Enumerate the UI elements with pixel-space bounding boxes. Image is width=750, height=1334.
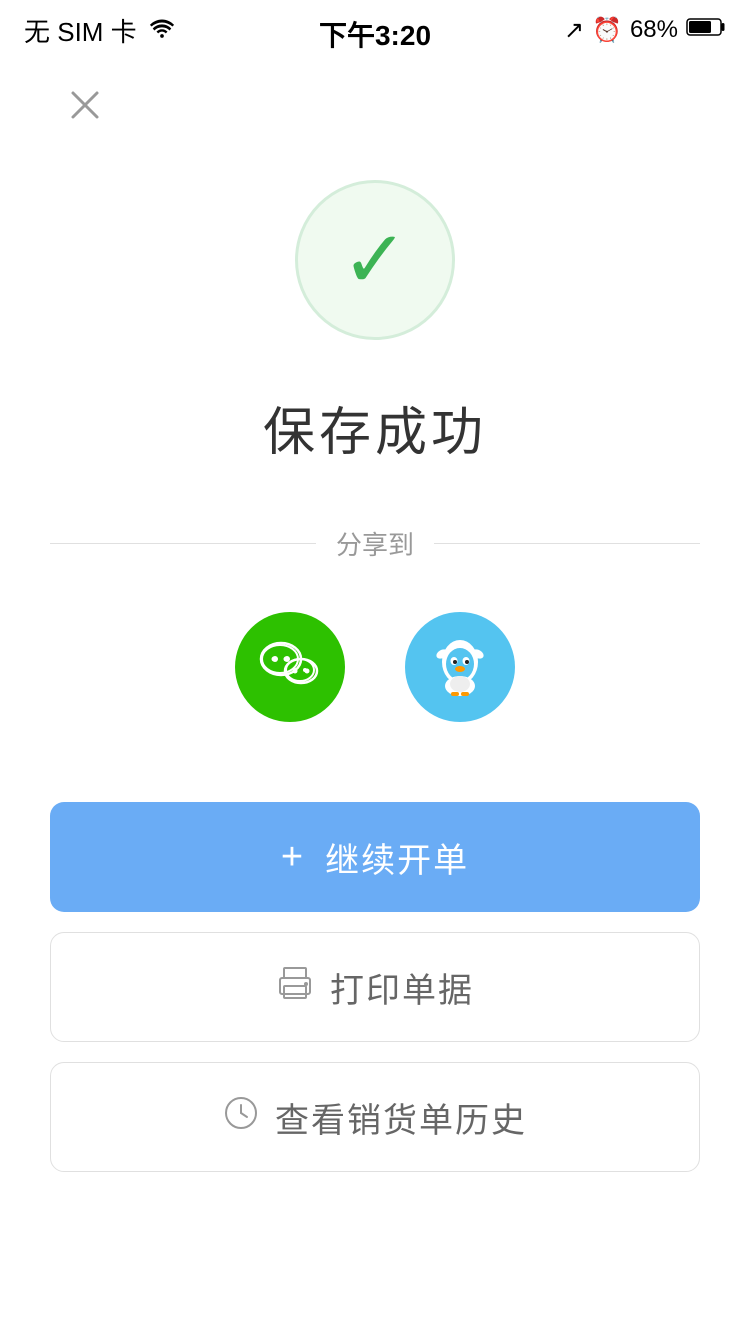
qq-share-button[interactable] <box>405 612 515 722</box>
qq-icon <box>427 634 493 700</box>
plus-icon: + <box>281 836 303 879</box>
clock-icon <box>223 1095 259 1140</box>
alarm-icon: ⏰ <box>592 16 622 45</box>
sim-text: 无 SIM 卡 <box>24 12 137 49</box>
checkmark-icon: ✓ <box>341 220 408 300</box>
success-circle: ✓ <box>295 180 455 340</box>
battery-percent: 68% <box>630 16 678 44</box>
history-label: 查看销货单历史 <box>275 1093 527 1142</box>
printer-icon <box>276 966 314 1009</box>
share-label: 分享到 <box>336 525 414 562</box>
print-button[interactable]: 打印单据 <box>50 932 700 1042</box>
battery-icon <box>686 16 726 45</box>
main-content: ✓ 保存成功 分享到 <box>0 60 750 1212</box>
close-icon <box>67 87 103 123</box>
action-buttons: + 继续开单 打印单据 查看销货单历史 <box>50 802 700 1172</box>
history-button[interactable]: 查看销货单历史 <box>50 1062 700 1172</box>
status-bar: 无 SIM 卡 下午3:20 ↗ ⏰ 68% <box>0 0 750 60</box>
divider-left <box>50 543 316 544</box>
close-button[interactable] <box>60 80 110 130</box>
success-title: 保存成功 <box>263 390 487 465</box>
status-right: ↗ ⏰ 68% <box>564 16 726 45</box>
status-left: 无 SIM 卡 <box>24 12 177 49</box>
wechat-icon <box>257 637 323 697</box>
share-icons <box>235 612 515 722</box>
print-label: 打印单据 <box>330 963 474 1012</box>
continue-label: 继续开单 <box>325 833 469 882</box>
divider-section: 分享到 <box>50 525 700 562</box>
location-icon: ↗ <box>564 16 584 45</box>
continue-button[interactable]: + 继续开单 <box>50 802 700 912</box>
status-time: 下午3:20 <box>319 14 431 54</box>
wifi-icon <box>147 15 177 46</box>
wechat-share-button[interactable] <box>235 612 345 722</box>
divider-right <box>434 543 700 544</box>
close-button-area <box>50 80 700 130</box>
